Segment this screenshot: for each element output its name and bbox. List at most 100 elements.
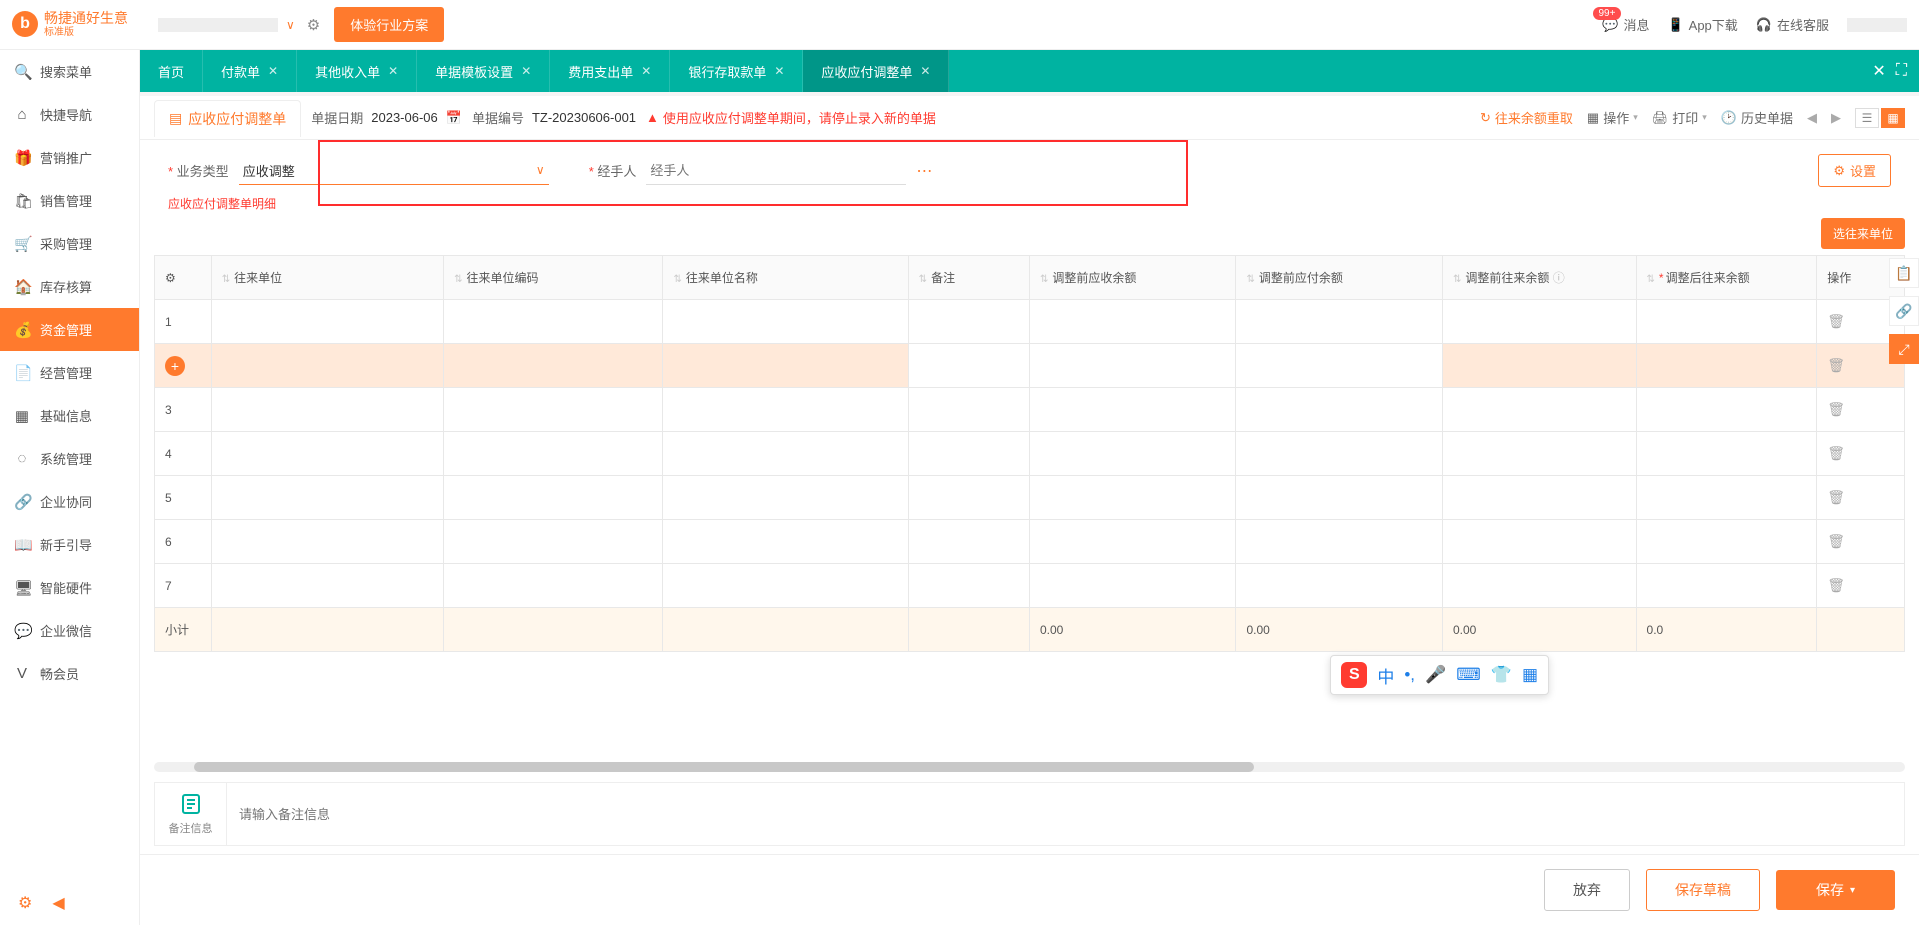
close-all-tabs-icon[interactable]: ✕ (1872, 61, 1885, 81)
tab-close-icon[interactable]: ✕ (388, 64, 398, 78)
cell-pre-recv[interactable] (1029, 520, 1235, 564)
trash-icon[interactable]: 🗑 (1827, 533, 1845, 549)
cell-post-bal[interactable] (1636, 564, 1817, 608)
trash-icon[interactable]: 🗑 (1827, 445, 1845, 461)
add-row-icon[interactable]: + (165, 356, 185, 376)
cell-post-bal[interactable] (1636, 388, 1817, 432)
tab-item[interactable]: 费用支出单✕ (550, 50, 670, 92)
save-draft-button[interactable]: 保存草稿 (1646, 869, 1760, 911)
cell-remark[interactable] (908, 564, 1029, 608)
cell-code[interactable] (444, 432, 663, 476)
sidebar-item-marketing[interactable]: 🎁营销推广 (0, 136, 139, 179)
sidebar-item-basedata[interactable]: ▦基础信息 (0, 394, 139, 437)
col-pre-recv[interactable]: ⇅调整前应收余额 (1029, 256, 1235, 300)
cell-pre-bal[interactable] (1442, 300, 1636, 344)
app-download-link[interactable]: 📱 App下载 (1667, 15, 1737, 34)
ime-toolbar[interactable]: S 中 •, 🎤 ⌨ 👕 ▦ (1330, 655, 1549, 695)
cell-code[interactable] (444, 300, 663, 344)
table-row[interactable]: 1 🗑 (155, 300, 1905, 344)
handler-more-icon[interactable]: ⋯ (916, 161, 934, 181)
cell-pre-recv[interactable] (1029, 344, 1235, 388)
sidebar-item-guide[interactable]: 📖新手引导 (0, 523, 139, 566)
tab-item[interactable]: 首页 (140, 50, 203, 92)
cell-pre-pay[interactable] (1236, 520, 1442, 564)
cell-name[interactable] (663, 300, 908, 344)
sidebar-item-purchase[interactable]: 🛒采购管理 (0, 222, 139, 265)
tab-item[interactable]: 应收应付调整单✕ (803, 50, 949, 92)
cell-unit[interactable] (211, 520, 443, 564)
sidebar-collapse-icon[interactable]: ◀ (52, 893, 64, 913)
ime-punct-icon[interactable]: •, (1404, 665, 1415, 685)
sidebar-item-operation[interactable]: 📄经营管理 (0, 351, 139, 394)
calendar-icon[interactable]: 📅 (446, 110, 462, 126)
cell-unit[interactable] (211, 564, 443, 608)
cell-pre-pay[interactable] (1236, 300, 1442, 344)
cell-unit[interactable] (211, 300, 443, 344)
cell-pre-recv[interactable] (1029, 432, 1235, 476)
tab-close-icon[interactable]: ✕ (774, 64, 784, 78)
cell-pre-pay[interactable] (1236, 432, 1442, 476)
next-doc-icon[interactable]: ▶ (1831, 110, 1841, 126)
cell-post-bal[interactable] (1636, 476, 1817, 520)
cell-pre-recv[interactable] (1029, 388, 1235, 432)
cell-pre-bal[interactable] (1442, 564, 1636, 608)
cell-code[interactable] (444, 520, 663, 564)
trash-icon[interactable]: 🗑 (1827, 313, 1845, 329)
sidebar-settings-icon[interactable]: ⚙ (18, 893, 32, 913)
discard-button[interactable]: 放弃 (1544, 869, 1630, 911)
col-name[interactable]: ⇅往来单位名称 (663, 256, 908, 300)
save-button[interactable]: 保存▾ (1776, 870, 1895, 910)
cell-pre-bal[interactable] (1442, 388, 1636, 432)
support-link[interactable]: 🎧 在线客服 (1756, 15, 1829, 34)
horizontal-scrollbar[interactable] (154, 762, 1905, 772)
gear-icon[interactable]: ⚙ (307, 16, 320, 34)
user-avatar[interactable] (1847, 18, 1907, 32)
col-post-bal[interactable]: ⇅调整后往来余额 (1636, 256, 1817, 300)
sidebar-item-system[interactable]: ◌系统管理 (0, 437, 139, 480)
ime-keyboard-icon[interactable]: ⌨ (1456, 665, 1481, 685)
ime-lang-icon[interactable]: 中 (1377, 663, 1394, 688)
ime-skin-icon[interactable]: 👕 (1491, 665, 1512, 685)
operate-menu[interactable]: ▦ 操作 ▾ (1587, 108, 1638, 127)
table-row[interactable]: + 🗑 (155, 344, 1905, 388)
trash-icon[interactable]: 🗑 (1827, 401, 1845, 417)
cell-post-bal[interactable] (1636, 344, 1817, 388)
doc-date-value[interactable]: 2023-06-06 (371, 110, 438, 125)
cell-remark[interactable] (908, 520, 1029, 564)
cell-unit[interactable] (211, 344, 443, 388)
cell-name[interactable] (663, 564, 908, 608)
trash-icon[interactable]: 🗑 (1827, 577, 1845, 593)
select-unit-button[interactable]: 选往来单位 (1821, 218, 1905, 249)
tab-item[interactable]: 其他收入单✕ (297, 50, 417, 92)
fullscreen-icon[interactable]: ⛶ (1896, 62, 1907, 80)
biz-type-select[interactable]: 应收调整 ∨ (239, 157, 549, 185)
cell-post-bal[interactable] (1636, 432, 1817, 476)
table-row[interactable]: 7 🗑 (155, 564, 1905, 608)
remarks-input[interactable] (227, 783, 1904, 845)
reget-balance-button[interactable]: ↻ 往来余额重取 (1480, 108, 1573, 127)
try-industry-button[interactable]: 体验行业方案 (334, 7, 444, 42)
col-remark[interactable]: ⇅备注 (908, 256, 1029, 300)
prev-doc-icon[interactable]: ◀ (1807, 110, 1817, 126)
tab-close-icon[interactable]: ✕ (641, 64, 651, 78)
table-row[interactable]: 3 🗑 (155, 388, 1905, 432)
sidebar-item-wecom[interactable]: 💬企业微信 (0, 609, 139, 652)
cell-name[interactable] (663, 344, 908, 388)
rail-expand-icon[interactable]: ⤢ (1889, 334, 1919, 364)
column-settings-header[interactable]: ⚙ (155, 256, 212, 300)
cell-remark[interactable] (908, 388, 1029, 432)
cell-remark[interactable] (908, 344, 1029, 388)
cell-name[interactable] (663, 388, 908, 432)
table-row[interactable]: 5 🗑 (155, 476, 1905, 520)
settings-button[interactable]: ⚙ 设置 (1818, 154, 1891, 187)
ime-toolbox-icon[interactable]: ▦ (1522, 665, 1538, 685)
tab-close-icon[interactable]: ✕ (268, 64, 278, 78)
cell-post-bal[interactable] (1636, 520, 1817, 564)
cell-pre-pay[interactable] (1236, 344, 1442, 388)
col-code[interactable]: ⇅往来单位编码 (444, 256, 663, 300)
cell-pre-bal[interactable] (1442, 432, 1636, 476)
sidebar-item-inventory[interactable]: 🏠库存核算 (0, 265, 139, 308)
table-row[interactable]: 4 🗑 (155, 432, 1905, 476)
cell-name[interactable] (663, 476, 908, 520)
cell-post-bal[interactable] (1636, 300, 1817, 344)
